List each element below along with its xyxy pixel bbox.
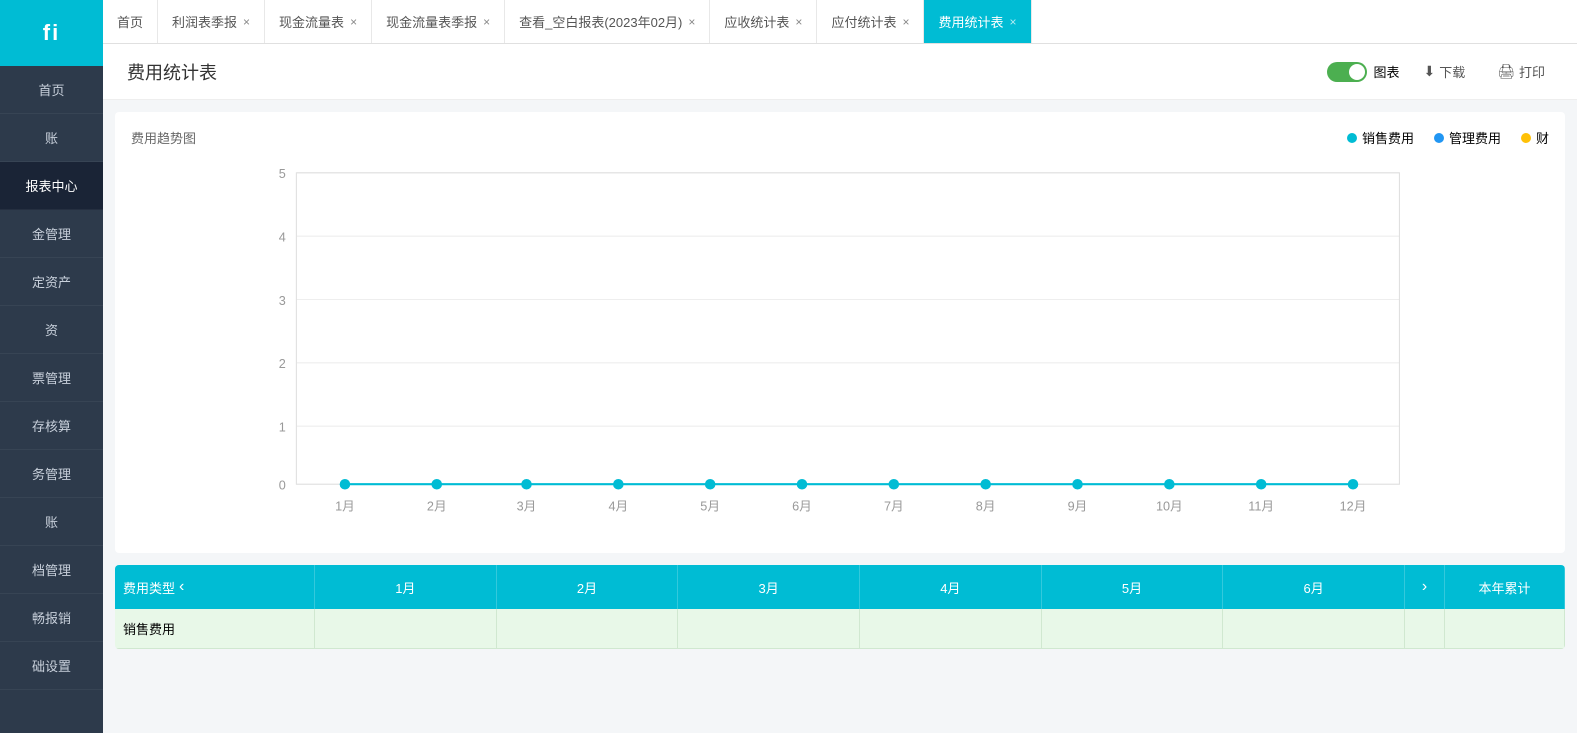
col-nav-prev[interactable]: ‹ bbox=[175, 578, 188, 596]
tab-close-expense-stats[interactable]: × bbox=[1009, 15, 1016, 29]
print-button[interactable]: 🖨 打印 bbox=[1489, 58, 1553, 85]
svg-text:12月: 12月 bbox=[1340, 500, 1367, 514]
row-jun bbox=[1223, 609, 1405, 648]
chart-toggle-wrapper[interactable]: 图表 bbox=[1327, 62, 1399, 82]
legend-dot-financial bbox=[1521, 133, 1531, 143]
svg-text:1: 1 bbox=[279, 420, 286, 434]
svg-text:4: 4 bbox=[279, 230, 286, 244]
sidebar-item-settings[interactable]: 础设置 bbox=[0, 642, 103, 690]
svg-text:5月: 5月 bbox=[700, 500, 720, 514]
download-icon: ⬇ bbox=[1423, 63, 1435, 80]
chart-section: 费用趋势图 销售费用 管理费用 财 5 bbox=[115, 112, 1565, 553]
sidebar-item-cash[interactable]: 金管理 bbox=[0, 210, 103, 258]
tab-payable[interactable]: 应付统计表 × bbox=[817, 0, 924, 44]
col-type: 费用类型 ‹ bbox=[115, 565, 315, 609]
svg-text:3: 3 bbox=[279, 294, 286, 308]
sidebar-item-inventory[interactable]: 存核算 bbox=[0, 402, 103, 450]
header-actions: 图表 ⬇ 下载 🖨 打印 bbox=[1327, 58, 1553, 85]
svg-text:9月: 9月 bbox=[1068, 500, 1088, 514]
sidebar-item-payroll[interactable]: 资 bbox=[0, 306, 103, 354]
col-feb: 2月 bbox=[497, 565, 679, 609]
tab-close-profit-quarterly[interactable]: × bbox=[243, 15, 250, 29]
tab-close-blank-report[interactable]: × bbox=[688, 15, 695, 29]
col-mar: 3月 bbox=[678, 565, 860, 609]
col-nav[interactable]: › bbox=[1405, 565, 1445, 609]
legend-financial: 财 bbox=[1521, 128, 1549, 147]
tab-bar: 首页 利润表季报 × 现金流量表 × 现金流量表季报 × 查看_空白报表(202… bbox=[103, 0, 1577, 44]
sidebar: fi 首页 账 报表中心 金管理 定资产 资 票管理 存核算 务管理 账 档管理… bbox=[0, 0, 103, 733]
sidebar-item-invoice[interactable]: 票管理 bbox=[0, 354, 103, 402]
svg-text:0: 0 bbox=[279, 479, 286, 493]
legend-label-sales: 销售费用 bbox=[1362, 128, 1414, 147]
chart-toggle[interactable] bbox=[1327, 62, 1367, 82]
table-row: 销售费用 bbox=[115, 609, 1565, 649]
col-jan: 1月 bbox=[315, 565, 497, 609]
chart-container: 5 4 3 2 1 0 1月 2月 bbox=[131, 157, 1549, 537]
sidebar-item-assets[interactable]: 定资产 bbox=[0, 258, 103, 306]
download-button[interactable]: ⬇ 下载 bbox=[1415, 58, 1473, 85]
tab-close-cashflow[interactable]: × bbox=[350, 15, 357, 29]
legend-dot-sales bbox=[1347, 133, 1357, 143]
row-may bbox=[1042, 609, 1224, 648]
table-header: 费用类型 ‹ 1月 2月 3月 4月 5月 6月 › 本年累计 bbox=[115, 565, 1565, 609]
tab-close-payable[interactable]: × bbox=[902, 15, 909, 29]
content-area: 费用统计表 图表 ⬇ 下载 🖨 打印 费用趋势图 bbox=[103, 44, 1577, 733]
legend-label-management: 管理费用 bbox=[1449, 128, 1501, 147]
svg-text:1月: 1月 bbox=[335, 500, 355, 514]
row-apr bbox=[860, 609, 1042, 648]
col-nav-next[interactable]: › bbox=[1418, 578, 1431, 596]
sidebar-item-service[interactable]: 务管理 bbox=[0, 450, 103, 498]
legend-sales: 销售费用 bbox=[1347, 128, 1414, 147]
legend-management: 管理费用 bbox=[1434, 128, 1501, 147]
tab-close-cashflow-quarterly[interactable]: × bbox=[483, 15, 490, 29]
page-title: 费用统计表 bbox=[127, 59, 217, 85]
svg-text:2: 2 bbox=[279, 357, 286, 371]
chart-title: 费用趋势图 bbox=[131, 128, 1549, 147]
table-section: 费用类型 ‹ 1月 2月 3月 4月 5月 6月 › 本年累计 销售费用 bbox=[115, 565, 1565, 649]
legend-label-financial: 财 bbox=[1536, 128, 1549, 147]
chart-legend: 销售费用 管理费用 财 bbox=[1347, 128, 1549, 147]
row-mar bbox=[678, 609, 860, 648]
tab-profit-quarterly[interactable]: 利润表季报 × bbox=[158, 0, 265, 44]
sidebar-item-account[interactable]: 账 bbox=[0, 114, 103, 162]
row-jan bbox=[315, 609, 497, 648]
tab-receivable[interactable]: 应收统计表 × bbox=[710, 0, 817, 44]
tab-cashflow-quarterly[interactable]: 现金流量表季报 × bbox=[372, 0, 505, 44]
row-nav bbox=[1405, 609, 1445, 648]
col-jun: 6月 bbox=[1223, 565, 1405, 609]
svg-text:10月: 10月 bbox=[1156, 500, 1183, 514]
tab-cashflow[interactable]: 现金流量表 × bbox=[265, 0, 372, 44]
tab-blank-report[interactable]: 查看_空白报表(2023年02月) × bbox=[505, 0, 710, 44]
trend-chart: 5 4 3 2 1 0 1月 2月 bbox=[131, 157, 1549, 537]
svg-text:6月: 6月 bbox=[792, 500, 812, 514]
svg-text:2月: 2月 bbox=[427, 500, 447, 514]
row-ytd bbox=[1445, 609, 1565, 648]
legend-dot-management bbox=[1434, 133, 1444, 143]
col-may: 5月 bbox=[1042, 565, 1224, 609]
svg-text:11月: 11月 bbox=[1248, 500, 1274, 514]
svg-text:8月: 8月 bbox=[976, 500, 996, 514]
sidebar-item-ledger[interactable]: 账 bbox=[0, 498, 103, 546]
svg-text:3月: 3月 bbox=[517, 500, 537, 514]
tab-close-receivable[interactable]: × bbox=[795, 15, 802, 29]
main-area: 首页 利润表季报 × 现金流量表 × 现金流量表季报 × 查看_空白报表(202… bbox=[103, 0, 1577, 733]
tab-expense-stats[interactable]: 费用统计表 × bbox=[924, 0, 1031, 44]
svg-text:4月: 4月 bbox=[608, 500, 628, 514]
col-ytd: 本年累计 bbox=[1445, 565, 1565, 609]
col-apr: 4月 bbox=[860, 565, 1042, 609]
sidebar-item-home[interactable]: 首页 bbox=[0, 66, 103, 114]
sidebar-item-archive[interactable]: 档管理 bbox=[0, 546, 103, 594]
sidebar-item-expense[interactable]: 畅报销 bbox=[0, 594, 103, 642]
svg-text:5: 5 bbox=[279, 167, 286, 181]
row-feb bbox=[497, 609, 679, 648]
page-header: 费用统计表 图表 ⬇ 下载 🖨 打印 bbox=[103, 44, 1577, 100]
chart-toggle-label: 图表 bbox=[1373, 62, 1399, 81]
svg-text:7月: 7月 bbox=[884, 500, 904, 514]
sidebar-item-reports[interactable]: 报表中心 bbox=[0, 162, 103, 210]
row-type-sales: 销售费用 bbox=[115, 609, 315, 648]
tab-home[interactable]: 首页 bbox=[103, 0, 158, 44]
sidebar-logo: fi bbox=[0, 0, 103, 66]
print-icon: 🖨 bbox=[1497, 63, 1515, 80]
